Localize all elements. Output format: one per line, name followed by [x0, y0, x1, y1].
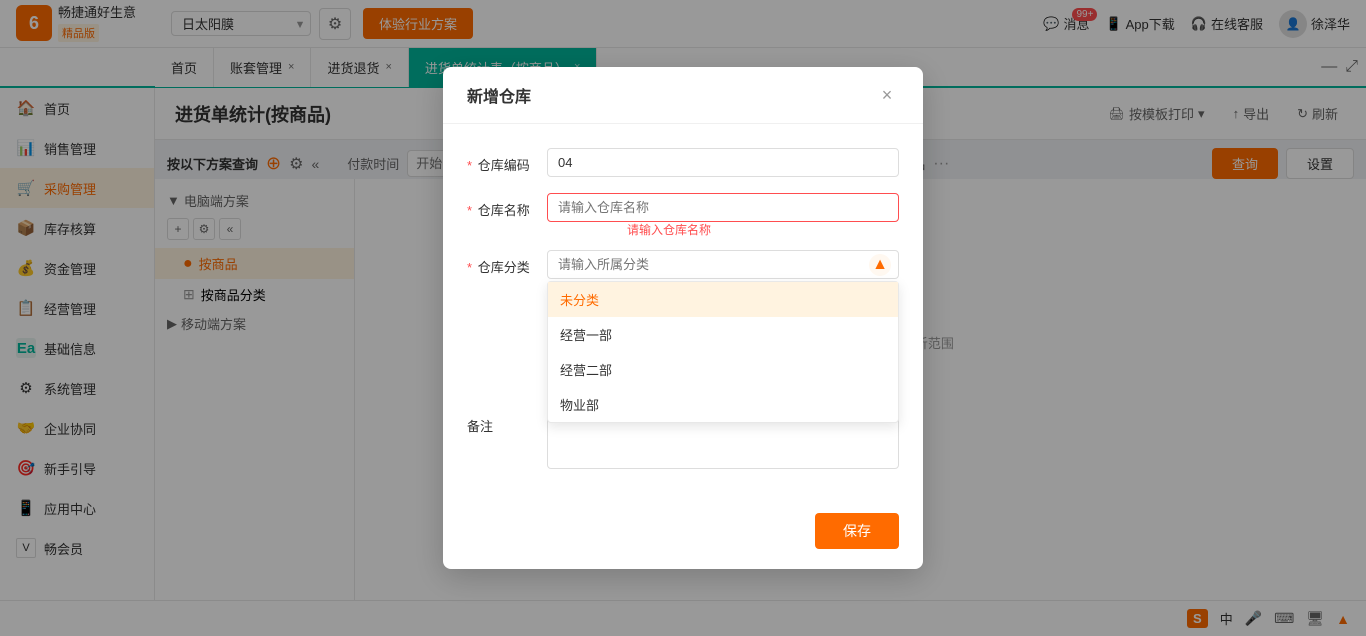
form-row-name: * 仓库名称 请输入仓库名称 [467, 193, 899, 222]
required-star-category: * [467, 260, 472, 275]
category-label: * 仓库分类 [467, 250, 547, 276]
name-error-text: 请输入仓库名称 [627, 221, 711, 238]
name-field-wrap: 请输入仓库名称 [547, 193, 899, 222]
required-star-name: * [467, 203, 472, 218]
form-row-category: * 仓库分类 ▲ 未分类 经营一部 经营二部 物业部 [467, 250, 899, 279]
name-input[interactable] [547, 193, 899, 222]
dropdown-item-dept1[interactable]: 经营一部 [548, 317, 898, 352]
name-label: * 仓库名称 [467, 193, 547, 219]
category-dropdown-list: 未分类 经营一部 经营二部 物业部 [547, 281, 899, 423]
form-row-code: * 仓库编码 [467, 148, 899, 177]
modal-title: 新增仓库 [467, 83, 531, 107]
dropdown-arrow-icon[interactable]: ▲ [869, 254, 891, 276]
modal-body: * 仓库编码 * 仓库名称 请输入仓库名称 * [443, 124, 923, 501]
dropdown-item-dept2[interactable]: 经营二部 [548, 352, 898, 387]
note-label: 备注 [467, 409, 547, 435]
required-star-code: * [467, 158, 472, 173]
add-warehouse-modal: 新增仓库 × * 仓库编码 * 仓库名称 请输入仓库名称 [443, 67, 923, 569]
code-label: * 仓库编码 [467, 148, 547, 174]
category-dropdown: ▲ 未分类 经营一部 经营二部 物业部 [547, 250, 899, 279]
dropdown-item-property[interactable]: 物业部 [548, 387, 898, 422]
save-button[interactable]: 保存 [815, 513, 899, 549]
modal-overlay: 新增仓库 × * 仓库编码 * 仓库名称 请输入仓库名称 [0, 0, 1366, 636]
modal-close-button[interactable]: × [875, 83, 899, 107]
code-input[interactable] [547, 148, 899, 177]
modal-footer: 保存 [443, 501, 923, 569]
category-input[interactable] [547, 250, 899, 279]
dropdown-item-uncategorized[interactable]: 未分类 [548, 282, 898, 317]
modal-header: 新增仓库 × [443, 67, 923, 124]
